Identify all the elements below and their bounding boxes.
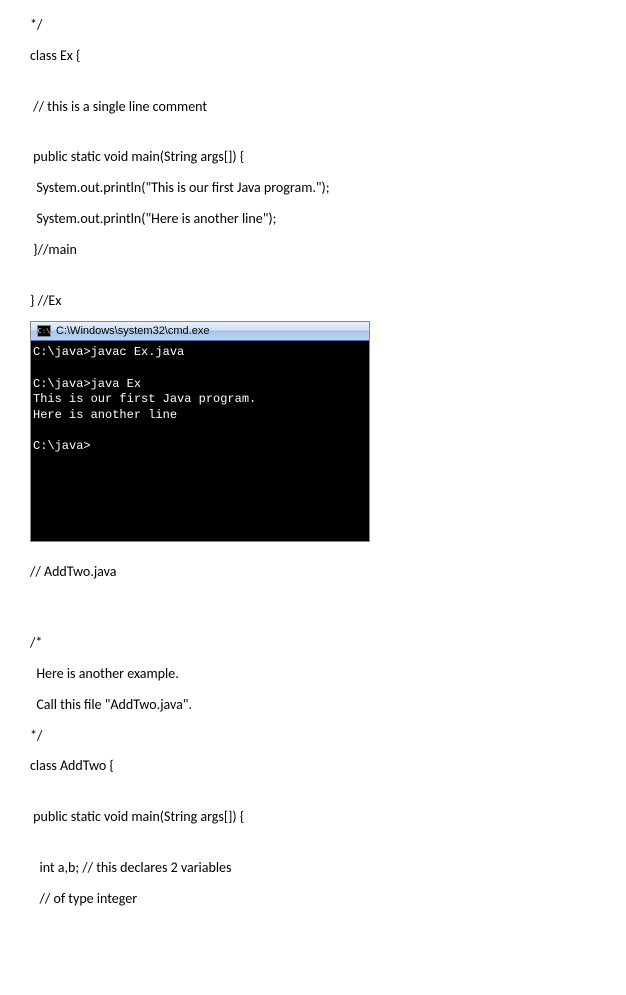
code-block-ex: */ class Ex { // this is a single line c… bbox=[30, 10, 596, 316]
terminal-output: C:\java>javac Ex.java C:\java>java Ex Th… bbox=[31, 341, 369, 541]
code-line: // AddTwo.java bbox=[30, 557, 596, 588]
code-line: // of type integer bbox=[30, 884, 596, 915]
code-line: int a,b; // this declares 2 variables bbox=[30, 853, 596, 884]
code-line: Call this file "AddTwo.java". bbox=[30, 690, 596, 721]
code-line: class AddTwo { bbox=[30, 751, 596, 782]
terminal-titlebar: C:\ C:\Windows\system32\cmd.exe bbox=[31, 322, 369, 341]
code-line: public static void main(String args[]) { bbox=[30, 802, 596, 833]
code-line: public static void main(String args[]) { bbox=[30, 142, 596, 173]
terminal-title: C:\Windows\system32\cmd.exe bbox=[56, 325, 209, 337]
code-line: Here is another example. bbox=[30, 659, 596, 690]
terminal-window: C:\ C:\Windows\system32\cmd.exe C:\java>… bbox=[30, 321, 370, 542]
code-line: /* bbox=[30, 628, 596, 659]
code-line: class Ex { bbox=[30, 41, 596, 72]
code-block-addtwo: // AddTwo.java /* Here is another exampl… bbox=[30, 557, 596, 914]
code-line: } //Ex bbox=[30, 286, 596, 317]
cmd-icon: C:\ bbox=[37, 325, 51, 337]
code-line: */ bbox=[30, 10, 596, 41]
code-line: System.out.println("Here is another line… bbox=[30, 204, 596, 235]
code-line: // this is a single line comment bbox=[30, 92, 596, 123]
code-line: */ bbox=[30, 721, 596, 752]
code-line: }//main bbox=[30, 235, 596, 266]
code-line: System.out.println("This is our first Ja… bbox=[30, 173, 596, 204]
